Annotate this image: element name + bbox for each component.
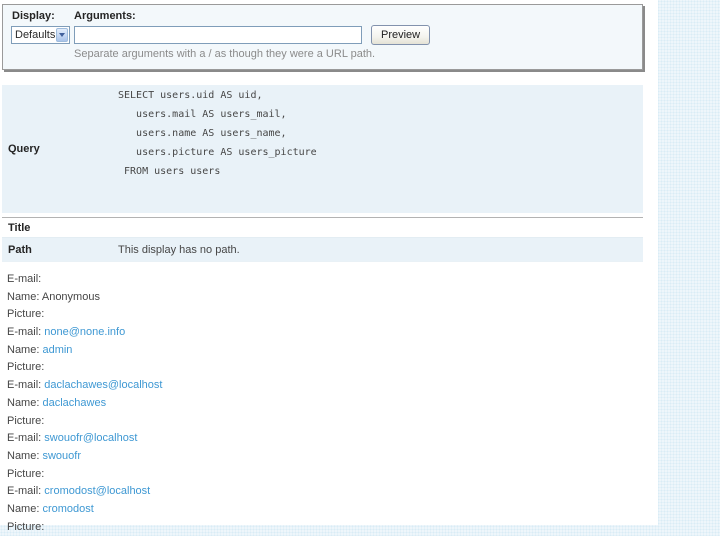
arguments-input[interactable] (74, 26, 362, 44)
path-label: Path (8, 244, 32, 256)
content-area: Display: Defaults Arguments: Preview Sep… (0, 0, 658, 533)
email-field-label: E-mail: (7, 485, 42, 498)
preview-fieldset: Display: Defaults Arguments: Preview Sep… (2, 4, 643, 70)
picture-field-label: Picture: (7, 308, 45, 321)
email-link[interactable]: none@none.info (44, 326, 125, 338)
name-link[interactable]: swouofr (42, 450, 81, 462)
picture-field-label: Picture: (7, 520, 45, 533)
result-field-picture: Picture: (7, 413, 647, 431)
name-field-label: Name: (7, 343, 40, 356)
title-row: Title (2, 217, 643, 237)
path-row: Path This display has no path. (2, 237, 643, 262)
email-field-label: E-mail: (7, 273, 42, 285)
result-field-picture: Picture: (7, 306, 647, 324)
display-select-value: Defaults (15, 29, 56, 41)
query-label: Query (8, 143, 40, 155)
picture-field-label: Picture: (7, 414, 45, 427)
name-field-label: Name: (7, 449, 40, 462)
name-field-label: Name: (7, 502, 40, 515)
name-value: Anonymous (41, 290, 100, 303)
picture-field-label: Picture: (7, 467, 45, 480)
name-link[interactable]: cromodost (42, 503, 93, 515)
query-row: Query SELECT users.uid AS uid, users.mai… (2, 85, 643, 213)
result-field-picture: Picture: (7, 466, 647, 484)
result-field-name: Name: swouofr (7, 448, 647, 466)
arguments-help: Separate arguments with a / as though th… (74, 48, 376, 60)
chevron-down-icon (56, 28, 68, 42)
path-value: This display has no path. (118, 244, 240, 256)
display-select[interactable]: Defaults (11, 26, 70, 44)
result-field-picture: Picture: (7, 359, 647, 377)
display-label: Display: (12, 10, 55, 22)
result-field-name: Name: Anonymous (7, 289, 647, 307)
result-field-email: E-mail: none@none.info (7, 324, 647, 342)
result-field-name: Name: cromodost (7, 501, 647, 519)
email-link[interactable]: daclachawes@localhost (44, 379, 162, 391)
picture-field-label: Picture: (7, 361, 45, 374)
email-link[interactable]: swouofr@localhost (44, 432, 137, 444)
email-field-label: E-mail: (7, 326, 42, 339)
name-link[interactable]: daclachawes (42, 397, 106, 409)
name-field-label: Name: (7, 396, 40, 409)
result-field-email: E-mail: cromodost@localhost (7, 483, 647, 501)
result-field-picture: Picture: (7, 519, 647, 536)
result-field-email: E-mail: swouofr@localhost (7, 430, 647, 448)
name-field-label: Name: (7, 290, 40, 303)
result-field-name: Name: daclachawes (7, 395, 647, 413)
query-sql: SELECT users.uid AS uid, users.mail AS u… (118, 90, 317, 177)
title-label: Title (8, 222, 31, 234)
page-background: Display: Defaults Arguments: Preview Sep… (0, 0, 720, 533)
email-field-label: E-mail: (7, 432, 42, 445)
result-field-email: E-mail: (7, 271, 647, 289)
result-field-email: E-mail: daclachawes@localhost (7, 377, 647, 395)
results-list: E-mail: Name: Anonymous Picture: E-mail: no… (7, 271, 647, 536)
email-field-label: E-mail: (7, 379, 42, 392)
email-link[interactable]: cromodost@localhost (44, 485, 150, 497)
name-link[interactable]: admin (42, 344, 72, 356)
arguments-label: Arguments: (74, 10, 136, 22)
preview-button[interactable]: Preview (371, 25, 431, 45)
result-field-name: Name: admin (7, 342, 647, 360)
